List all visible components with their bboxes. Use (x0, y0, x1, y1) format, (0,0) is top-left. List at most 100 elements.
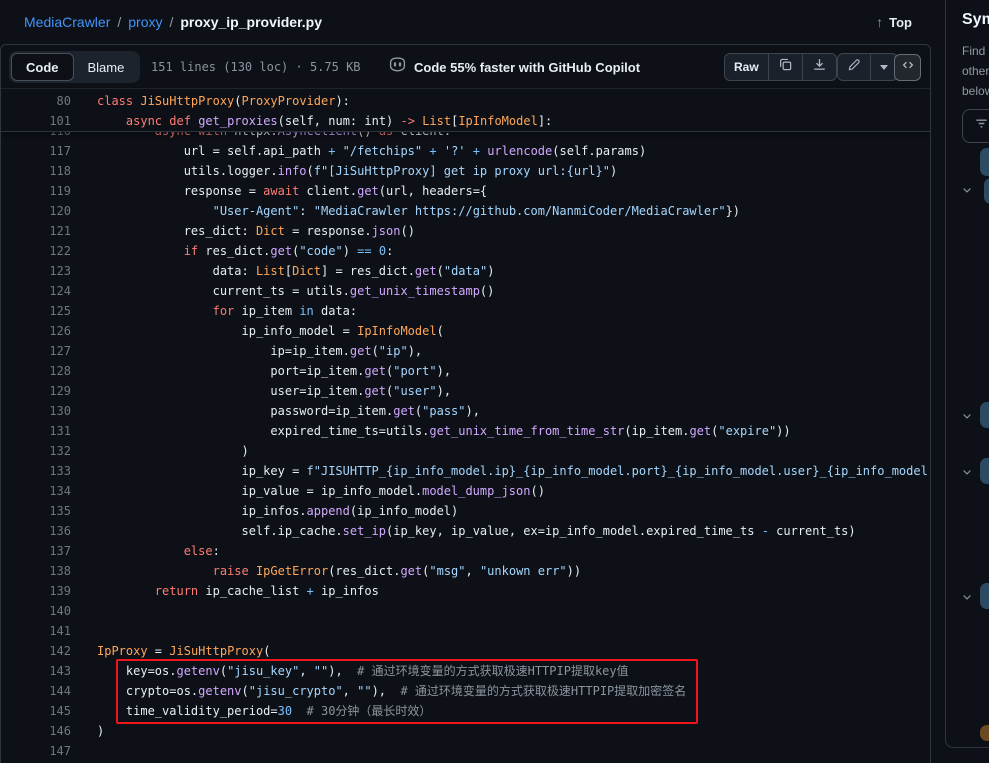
code-text: response = await client.get(url, headers… (97, 184, 487, 198)
line-number[interactable]: 144 (1, 681, 71, 701)
code-text: raise IpGetError(res_dict.get("msg", "un… (97, 564, 581, 578)
line-number[interactable]: 145 (1, 701, 71, 721)
code-text: password=ip_item.get("pass"), (97, 404, 480, 418)
line-number[interactable]: 101 (1, 111, 71, 131)
download-button[interactable] (802, 54, 836, 80)
line-number[interactable]: 134 (1, 481, 71, 501)
code-text: async def get_proxies(self, num: int) ->… (97, 114, 552, 128)
code-text: else: (97, 544, 220, 558)
line-number[interactable]: 125 (1, 301, 71, 321)
code-line-134: 134 ip_value = ip_info_model.model_dump_… (1, 481, 930, 501)
code-line-120: 120 "User-Agent": "MediaCrawler https://… (1, 201, 930, 221)
code-line-146: 146) (1, 721, 930, 741)
edit-dropdown-button[interactable] (870, 54, 897, 80)
symbol-chip[interactable] (980, 148, 989, 176)
line-number[interactable]: 119 (1, 181, 71, 201)
line-number[interactable]: 127 (1, 341, 71, 361)
breadcrumb: MediaCrawler / proxy / proxy_ip_provider… (24, 0, 322, 44)
symbol-chip[interactable] (980, 583, 989, 609)
line-number[interactable]: 140 (1, 601, 71, 621)
line-number[interactable]: 120 (1, 201, 71, 221)
code-line-121: 121 res_dict: Dict = response.json() (1, 221, 930, 241)
symbols-panel: Symbols Find definitions and references … (945, 0, 989, 748)
line-number[interactable]: 123 (1, 261, 71, 281)
collapse-chevron-icon[interactable] (78, 645, 90, 657)
pencil-icon (847, 58, 861, 77)
code-text: ip_info_model = IpInfoModel( (97, 324, 444, 338)
code-line-135: 135 ip_infos.append(ip_info_model) (1, 501, 930, 521)
edit-file-button[interactable] (838, 54, 870, 80)
code-text: user=ip_item.get("user"), (97, 384, 451, 398)
symbols-panel-description: Find definitions and references for func… (962, 41, 989, 101)
code-line-141: 141 (1, 621, 930, 641)
sticky-scope-lines: 80class JiSuHttpProxy(ProxyProvider):101… (1, 89, 930, 132)
code-text: key=os.getenv("jisu_key", ""), # 通过环境变量的… (97, 664, 629, 678)
scroll-to-top-button[interactable]: ↑ Top (876, 0, 912, 44)
line-number[interactable]: 117 (1, 141, 71, 161)
chevron-down-icon[interactable] (961, 410, 973, 422)
line-number[interactable]: 143 (1, 661, 71, 681)
line-number[interactable]: 142 (1, 641, 71, 661)
copilot-banner-text: Code 55% faster with GitHub Copilot (414, 60, 640, 75)
line-number[interactable]: 141 (1, 621, 71, 641)
line-number[interactable]: 132 (1, 441, 71, 461)
line-number[interactable]: 124 (1, 281, 71, 301)
line-number[interactable]: 138 (1, 561, 71, 581)
line-number[interactable]: 133 (1, 461, 71, 481)
code-line-117: 117 url = self.api_path + "/fetchips" + … (1, 141, 930, 161)
raw-button[interactable]: Raw (725, 54, 768, 80)
chevron-down-icon[interactable] (961, 184, 973, 196)
code-line-118: 118 utils.logger.info(f"[JiSuHttpProxy] … (1, 161, 930, 181)
symbol-chip[interactable] (980, 458, 989, 484)
code-line-130: 130 password=ip_item.get("pass"), (1, 401, 930, 421)
code-line-145: 145 time_validity_period=30 # 30分钟（最长时效） (1, 701, 930, 721)
tab-blame[interactable]: Blame (74, 53, 139, 81)
line-number[interactable]: 121 (1, 221, 71, 241)
copy-button[interactable] (768, 54, 802, 80)
code-text: port=ip_item.get("port"), (97, 364, 451, 378)
symbols-filter-input[interactable] (962, 109, 989, 143)
tab-code[interactable]: Code (11, 53, 74, 81)
line-number[interactable]: 147 (1, 741, 71, 761)
code-line-80: 80class JiSuHttpProxy(ProxyProvider): (1, 91, 930, 111)
line-number[interactable]: 122 (1, 241, 71, 261)
code-text: "User-Agent": "MediaCrawler https://gith… (97, 204, 740, 218)
copilot-banner[interactable]: Code 55% faster with GitHub Copilot (389, 45, 640, 89)
code-line-136: 136 self.ip_cache.set_ip(ip_key, ip_valu… (1, 521, 930, 541)
line-number[interactable]: 80 (1, 91, 71, 111)
line-number[interactable]: 135 (1, 501, 71, 521)
breadcrumb-separator: / (117, 14, 121, 30)
symbol-chip[interactable] (980, 402, 989, 428)
line-number[interactable]: 131 (1, 421, 71, 441)
code-text: ip_value = ip_info_model.model_dump_json… (97, 484, 545, 498)
chevron-down-icon[interactable] (961, 591, 973, 603)
line-number[interactable]: 128 (1, 361, 71, 381)
code-text: current_ts = utils.get_unix_timestamp() (97, 284, 494, 298)
line-number[interactable]: 136 (1, 521, 71, 541)
line-number[interactable]: 130 (1, 401, 71, 421)
code-line-125: 125 for ip_item in data: (1, 301, 930, 321)
code-symbols-icon (901, 58, 915, 77)
code-text: res_dict: Dict = response.json() (97, 224, 415, 238)
code-text: expired_time_ts=utils.get_unix_time_from… (97, 424, 791, 438)
line-number[interactable]: 118 (1, 161, 71, 181)
symbol-chip[interactable] (984, 178, 989, 204)
line-number[interactable]: 126 (1, 321, 71, 341)
line-number[interactable]: 139 (1, 581, 71, 601)
code-panel: Code Blame 151 lines (130 loc) · 5.75 KB… (0, 44, 931, 763)
code-line-140: 140 (1, 601, 930, 621)
breadcrumb-folder-link[interactable]: proxy (128, 14, 162, 30)
code-line-122: 122 if res_dict.get("code") == 0: (1, 241, 930, 261)
breadcrumb-repo-link[interactable]: MediaCrawler (24, 14, 110, 30)
code-line-143: 143 key=os.getenv("jisu_key", ""), # 通过环… (1, 661, 930, 681)
breadcrumb-separator: / (169, 14, 173, 30)
symbol-chip[interactable] (980, 725, 989, 741)
line-number[interactable]: 146 (1, 721, 71, 741)
code-line-127: 127 ip=ip_item.get("ip"), (1, 341, 930, 361)
code-text: self.ip_cache.set_ip(ip_key, ip_value, e… (97, 524, 856, 538)
chevron-down-icon[interactable] (961, 466, 973, 478)
symbols-panel-toggle-button[interactable] (894, 54, 921, 81)
line-number[interactable]: 129 (1, 381, 71, 401)
line-number[interactable]: 137 (1, 541, 71, 561)
code-line-147: 147 (1, 741, 930, 761)
